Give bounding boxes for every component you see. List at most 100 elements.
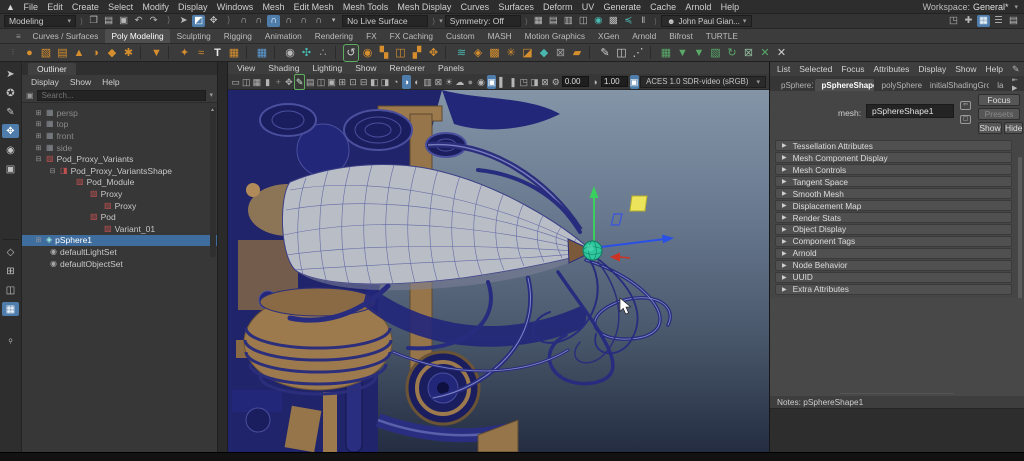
- attr-section-header[interactable]: ▶ Mesh Component Display: [775, 151, 1012, 164]
- viewport-icon[interactable]: ●: [466, 75, 475, 89]
- shelf-icon[interactable]: ◉: [283, 45, 297, 61]
- outliner-row[interactable]: ⊞ ▦ top: [22, 119, 217, 131]
- workspace-corner-icon[interactable]: ▦: [977, 15, 990, 27]
- menu-item[interactable]: Cache: [646, 2, 681, 12]
- shelf-tab[interactable]: Curves / Surfaces: [26, 29, 105, 43]
- shelf-tab[interactable]: FX: [360, 29, 384, 43]
- shelf-icon[interactable]: ▞: [410, 45, 424, 61]
- search-dropdown-icon[interactable]: ▾: [209, 91, 213, 99]
- attr-section-header[interactable]: ▶ UUID: [775, 271, 1012, 284]
- shelf-tab[interactable]: Sculpting: [170, 29, 217, 43]
- expander-icon[interactable]: ⊞: [34, 236, 43, 244]
- attr-section-header[interactable]: ▶ Component Tags: [775, 235, 1012, 248]
- shelf-icon[interactable]: ⊠: [554, 45, 568, 61]
- expander-icon[interactable]: ⊞: [34, 120, 43, 128]
- shelf-icon[interactable]: ◆: [537, 45, 551, 61]
- shelf-icon[interactable]: [273, 46, 279, 59]
- viewport-icon[interactable]: ◉: [476, 75, 485, 89]
- workspace-corner-icon[interactable]: ▤: [1007, 15, 1020, 27]
- attr-menu-item[interactable]: Selected: [799, 64, 832, 74]
- menu-item[interactable]: Generate: [599, 2, 646, 12]
- outliner-row[interactable]: ◉ defaultObjectSet: [22, 258, 217, 270]
- menu-item[interactable]: Help: [716, 2, 744, 12]
- user-account-chip[interactable]: ☻ John Paul Gian... ▾: [661, 15, 753, 27]
- menu-item[interactable]: Edit: [43, 2, 68, 12]
- outliner-row[interactable]: ⊞ ▦ persp: [22, 107, 217, 119]
- shelf-icon[interactable]: [168, 46, 173, 59]
- popup-button[interactable]: ▢: [960, 115, 971, 124]
- shelf-icon[interactable]: ≈: [194, 45, 208, 61]
- shelf-icon[interactable]: ▤: [56, 45, 70, 61]
- menu-item[interactable]: Mesh: [258, 2, 289, 12]
- viewport-menu-item[interactable]: Show: [355, 63, 376, 73]
- outliner-row[interactable]: ⊟ ◨ Pod_Proxy_VariantsShape: [22, 165, 217, 177]
- shelf-icon[interactable]: ↻: [725, 45, 739, 61]
- shelf-icon[interactable]: ✥: [427, 45, 441, 61]
- shelf-icon[interactable]: ◑: [89, 45, 103, 61]
- outliner-menu-item[interactable]: Display: [31, 77, 59, 87]
- attr-menu-item[interactable]: Attributes: [873, 64, 909, 74]
- menu-item[interactable]: Modify: [138, 2, 174, 12]
- viewport-icon[interactable]: +: [274, 75, 283, 89]
- viewport-icon[interactable]: ◫: [316, 75, 326, 89]
- outliner-row[interactable]: ▨ Pod_Module: [22, 177, 217, 189]
- shelf-icon[interactable]: [334, 46, 340, 59]
- toolbar-icon[interactable]: ⟩: [162, 15, 175, 27]
- panel-divider[interactable]: [218, 62, 228, 452]
- attr-section-header[interactable]: ▶ Displacement Map: [775, 199, 1012, 212]
- toolbox-tool-icon[interactable]: ➤: [2, 67, 19, 81]
- shelf-icon[interactable]: ∴: [316, 45, 330, 61]
- attr-section-header[interactable]: ▶ Mesh Controls: [775, 163, 1012, 176]
- gamma-icon[interactable]: ◑: [590, 75, 599, 89]
- menu-item[interactable]: Arnold: [681, 2, 716, 12]
- shelf-icon[interactable]: ▼: [692, 45, 706, 61]
- render-toolbar-icon[interactable]: ▤: [547, 15, 560, 27]
- shelf-icon[interactable]: ●: [23, 45, 37, 61]
- attr-menu-item[interactable]: List: [777, 64, 790, 74]
- outliner-menu-item[interactable]: Show: [70, 77, 91, 87]
- symmetry-field[interactable]: Symmetry: Off: [444, 15, 521, 27]
- menu-item[interactable]: Mesh Tools: [338, 2, 393, 12]
- shelf-icon[interactable]: ✱: [122, 45, 136, 61]
- viewport-menu-item[interactable]: View: [237, 63, 255, 73]
- expander-icon[interactable]: ⊞: [34, 132, 43, 140]
- shelf-icon[interactable]: ✕: [758, 45, 772, 61]
- toolbar-icon[interactable]: ∩: [297, 15, 310, 27]
- expander-icon[interactable]: ⊞: [34, 109, 43, 117]
- presets-button[interactable]: Presets: [978, 108, 1020, 120]
- viewport-icon[interactable]: ◑: [401, 74, 411, 89]
- viewport-icon[interactable]: ▣: [487, 74, 497, 89]
- focus-button[interactable]: Focus: [978, 94, 1020, 106]
- shelf-icon[interactable]: ◆: [105, 45, 119, 61]
- attr-section-header[interactable]: ▶ Extra Attributes: [775, 283, 1012, 295]
- outliner-row[interactable]: ⊟ ▨ Pod_Proxy_Variants: [22, 153, 217, 165]
- outliner-tab[interactable]: Outliner: [28, 63, 76, 75]
- viewport-icon[interactable]: ⊠: [540, 75, 549, 89]
- shelf-icon[interactable]: ↺: [343, 43, 359, 62]
- render-toolbar-icon[interactable]: ≼: [622, 15, 635, 27]
- magnifier-icon[interactable]: ⌕: [5, 335, 17, 347]
- viewport-icon[interactable]: ▭: [231, 75, 240, 89]
- shelf-icon[interactable]: ▧: [709, 45, 723, 61]
- menu-set-dropdown[interactable]: Modeling ▾: [4, 15, 76, 27]
- outliner-row[interactable]: ⊞ ◈ pSphere1: [22, 234, 217, 247]
- attr-node-tab[interactable]: la: [991, 79, 1008, 91]
- outliner-scrollbar[interactable]: [210, 107, 216, 257]
- shelf-icon[interactable]: ▲: [72, 45, 86, 61]
- shelf-tab[interactable]: Rendering: [308, 29, 359, 43]
- workspace-corner-icon[interactable]: ☰: [992, 15, 1005, 27]
- toolbar-icon[interactable]: ▤: [102, 15, 115, 27]
- shelf-tab[interactable]: Motion Graphics: [518, 29, 591, 43]
- attr-menu-item[interactable]: Focus: [841, 64, 864, 74]
- menu-item[interactable]: Deform: [538, 2, 577, 12]
- attr-section-header[interactable]: ▶ Node Behavior: [775, 259, 1012, 272]
- exposure-icon[interactable]: ⚙: [551, 75, 560, 89]
- viewport-icon[interactable]: ✎: [294, 73, 306, 90]
- expander-icon[interactable]: ⊟: [34, 155, 43, 163]
- outliner-row[interactable]: ▨ Pod: [22, 211, 217, 223]
- shelf-tab[interactable]: MASH: [481, 29, 518, 43]
- layout-shortcut-icon[interactable]: ▦: [2, 302, 19, 316]
- viewport-menu-item[interactable]: Panels: [438, 63, 464, 73]
- toolbar-icon[interactable]: ◩: [192, 15, 206, 27]
- viewport-canvas[interactable]: [228, 90, 769, 452]
